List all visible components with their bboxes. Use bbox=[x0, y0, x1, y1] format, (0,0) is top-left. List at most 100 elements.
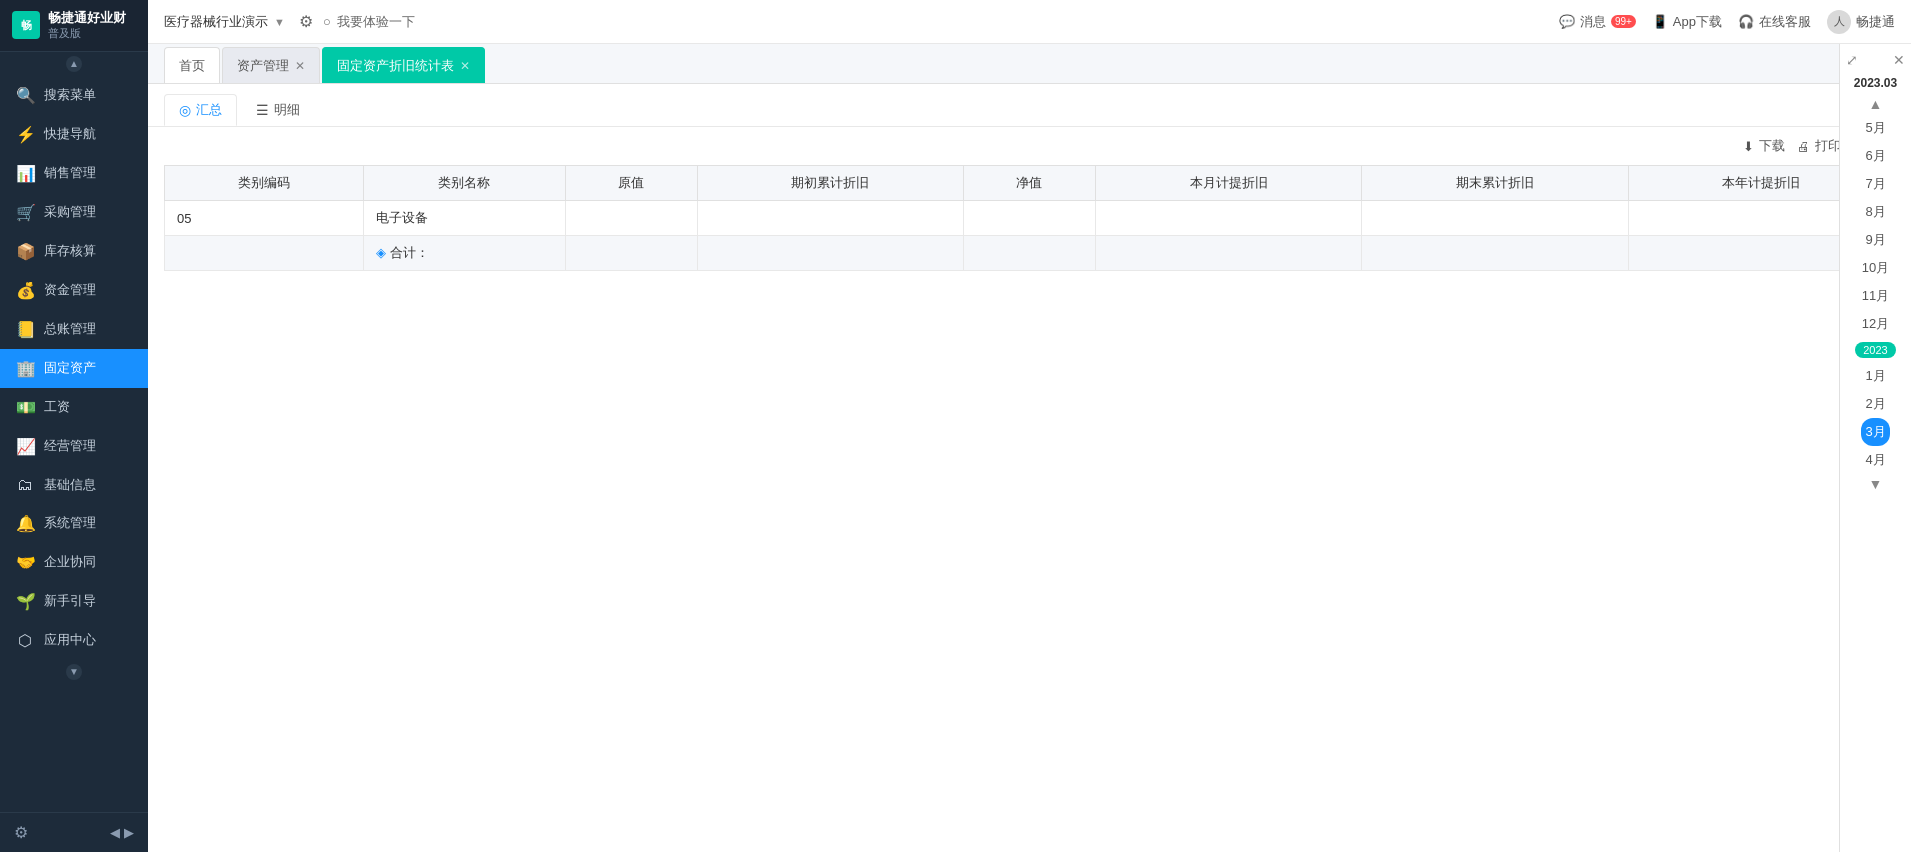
sidebar-item-operations[interactable]: 📈 经营管理 bbox=[0, 427, 148, 466]
subtotal-cell-6 bbox=[1362, 236, 1628, 271]
sidebar-item-inventory[interactable]: 📦 库存核算 bbox=[0, 232, 148, 271]
system-label: 系统管理 bbox=[44, 514, 96, 532]
download-label: 下载 bbox=[1759, 137, 1785, 155]
subtotal-label: 合计： bbox=[390, 245, 429, 260]
sidebar-footer: ⚙ ◀ ▶ bbox=[0, 812, 148, 852]
service-label: 在线客服 bbox=[1759, 13, 1811, 31]
system-icon: 🔔 bbox=[16, 514, 34, 533]
quicknav-icon: ⚡ bbox=[16, 125, 34, 144]
date-month[interactable]: 10月 bbox=[1858, 254, 1893, 282]
date-month[interactable]: 8月 bbox=[1858, 198, 1893, 226]
sidebar-items: 🔍 搜索菜单 ⚡ 快捷导航 📊 销售管理 🛒 采购管理 📦 库存核算 💰 资金管… bbox=[0, 76, 148, 660]
topbar: 医疗器械行业演示 ▼ ⚙ ○ 我要体验一下 💬 消息 99+ 📱 App下载 🎧… bbox=[148, 0, 1911, 44]
tab-close-1[interactable]: ✕ bbox=[295, 59, 305, 73]
sidebar-item-sales[interactable]: 📊 销售管理 bbox=[0, 154, 148, 193]
date-nav-down[interactable]: ▼ bbox=[1866, 474, 1886, 494]
sidebar-item-corp[interactable]: 🤝 企业协同 bbox=[0, 543, 148, 582]
sidebar-item-fixedassets[interactable]: 🏢 固定资产 bbox=[0, 349, 148, 388]
message-btn[interactable]: 💬 消息 99+ bbox=[1559, 13, 1636, 31]
subtotal-cell-1: ◈合计： bbox=[364, 236, 566, 271]
date-month[interactable]: 1月 bbox=[1855, 362, 1895, 390]
date-nav-up[interactable]: ▲ bbox=[1866, 94, 1886, 114]
table-row: 05电子设备791.67 bbox=[165, 201, 1895, 236]
app-edition: 普及版 bbox=[48, 26, 126, 41]
fixedassets-label: 固定资产 bbox=[44, 359, 96, 377]
message-badge: 99+ bbox=[1611, 15, 1636, 28]
date-month[interactable]: 11月 bbox=[1858, 282, 1893, 310]
sidebar-nav: ▲ 🔍 搜索菜单 ⚡ 快捷导航 📊 销售管理 🛒 采购管理 📦 库存核算 💰 资… bbox=[0, 52, 148, 812]
sidebar-item-payroll[interactable]: 💵 工资 bbox=[0, 388, 148, 427]
date-month[interactable]: 7月 bbox=[1858, 170, 1893, 198]
service-btn[interactable]: 🎧 在线客服 bbox=[1738, 13, 1811, 31]
date-month[interactable]: 6月 bbox=[1858, 142, 1893, 170]
operations-label: 经营管理 bbox=[44, 437, 96, 455]
subtabs: ◎汇总☰明细 bbox=[148, 84, 1911, 127]
tab-label-2: 固定资产折旧统计表 bbox=[337, 57, 454, 75]
print-btn[interactable]: 🖨 打印 bbox=[1797, 137, 1841, 155]
experience-btn[interactable]: ○ 我要体验一下 bbox=[323, 13, 415, 31]
collapse-icon[interactable]: ◀ ▶ bbox=[110, 825, 134, 840]
experience-label: 我要体验一下 bbox=[337, 13, 415, 31]
sidebar-item-guide[interactable]: 🌱 新手引导 bbox=[0, 582, 148, 621]
date-month[interactable]: 5月 bbox=[1858, 114, 1893, 142]
col-header-5: 本月计提折旧 bbox=[1095, 166, 1361, 201]
sidebar-item-search[interactable]: 🔍 搜索菜单 bbox=[0, 76, 148, 115]
col-header-1: 类别名称 bbox=[364, 166, 566, 201]
download-icon: 📱 bbox=[1652, 14, 1668, 29]
subtab-1[interactable]: ☰明细 bbox=[241, 94, 315, 126]
corp-icon: 🤝 bbox=[16, 553, 34, 572]
settings-icon[interactable]: ⚙ bbox=[299, 12, 313, 31]
company-name: 医疗器械行业演示 bbox=[164, 13, 268, 31]
active-month[interactable]: 3月 bbox=[1861, 418, 1889, 446]
app-title-wrap: 畅捷通好业财 普及版 bbox=[48, 10, 126, 41]
basics-label: 基础信息 bbox=[44, 476, 96, 494]
date-month[interactable]: 9月 bbox=[1858, 226, 1893, 254]
funds-label: 资金管理 bbox=[44, 281, 96, 299]
download-btn[interactable]: 📱 App下载 bbox=[1652, 13, 1722, 31]
sales-icon: 📊 bbox=[16, 164, 34, 183]
date-month[interactable]: 4月 bbox=[1855, 446, 1895, 474]
col-header-4: 净值 bbox=[964, 166, 1096, 201]
sidebar-item-purchase[interactable]: 🛒 采购管理 bbox=[0, 193, 148, 232]
date-month[interactable]: 2月 bbox=[1855, 390, 1895, 418]
download-label: App下载 bbox=[1673, 13, 1722, 31]
date-panel-year-header: 2023.03 bbox=[1848, 84, 1903, 94]
sidebar-item-apps[interactable]: ⬡ 应用中心 bbox=[0, 621, 148, 660]
year-marker[interactable]: 2023 bbox=[1855, 342, 1895, 358]
date-panel: ⤢ ✕ 2023.03 ▲ 5月6月7月8月9月10月11月12月 2023 1… bbox=[1839, 84, 1911, 852]
search-label: 搜索菜单 bbox=[44, 86, 96, 104]
subtotal-cell-0 bbox=[165, 236, 364, 271]
subtab-0[interactable]: ◎汇总 bbox=[164, 94, 237, 126]
download-icon: ⬇ bbox=[1743, 139, 1754, 154]
sidebar-item-basics[interactable]: 🗂 基础信息 bbox=[0, 466, 148, 504]
col-header-0: 类别编码 bbox=[165, 166, 364, 201]
experience-icon: ○ bbox=[323, 14, 331, 29]
tab-2[interactable]: 固定资产折旧统计表 ✕ bbox=[322, 47, 485, 83]
sidebar-item-system[interactable]: 🔔 系统管理 bbox=[0, 504, 148, 543]
basics-icon: 🗂 bbox=[16, 476, 34, 494]
company-selector[interactable]: 医疗器械行业演示 ▼ bbox=[164, 13, 285, 31]
funds-icon: 💰 bbox=[16, 281, 34, 300]
tab-label-0: 首页 bbox=[179, 57, 205, 75]
user-menu[interactable]: 人 畅捷通 bbox=[1827, 10, 1895, 34]
sidebar-item-quicknav[interactable]: ⚡ 快捷导航 bbox=[0, 115, 148, 154]
scroll-down-btn[interactable]: ▼ bbox=[66, 664, 82, 680]
sidebar-item-ledger[interactable]: 📒 总账管理 bbox=[0, 310, 148, 349]
scroll-up-btn[interactable]: ▲ bbox=[66, 56, 82, 72]
inventory-label: 库存核算 bbox=[44, 242, 96, 260]
subtotal-cell-2 bbox=[565, 236, 697, 271]
print-label: 打印 bbox=[1815, 137, 1841, 155]
guide-icon: 🌱 bbox=[16, 592, 34, 611]
tab-close-2[interactable]: ✕ bbox=[460, 59, 470, 73]
sidebar-item-funds[interactable]: 💰 资金管理 bbox=[0, 271, 148, 310]
date-month[interactable]: 12月 bbox=[1858, 310, 1893, 338]
sidebar: 畅 畅捷通好业财 普及版 ▲ 🔍 搜索菜单 ⚡ 快捷导航 📊 销售管理 🛒 采购… bbox=[0, 0, 148, 852]
tab-1[interactable]: 资产管理✕ bbox=[222, 47, 320, 83]
topbar-left: 医疗器械行业演示 ▼ ⚙ ○ 我要体验一下 bbox=[164, 12, 415, 31]
settings-icon[interactable]: ⚙ bbox=[14, 823, 28, 842]
download-btn[interactable]: ⬇ 下载 bbox=[1743, 137, 1785, 155]
cell-0-0: 05 bbox=[165, 201, 364, 236]
payroll-icon: 💵 bbox=[16, 398, 34, 417]
app-logo: 畅 bbox=[12, 11, 40, 39]
tab-0[interactable]: 首页 bbox=[164, 47, 220, 83]
